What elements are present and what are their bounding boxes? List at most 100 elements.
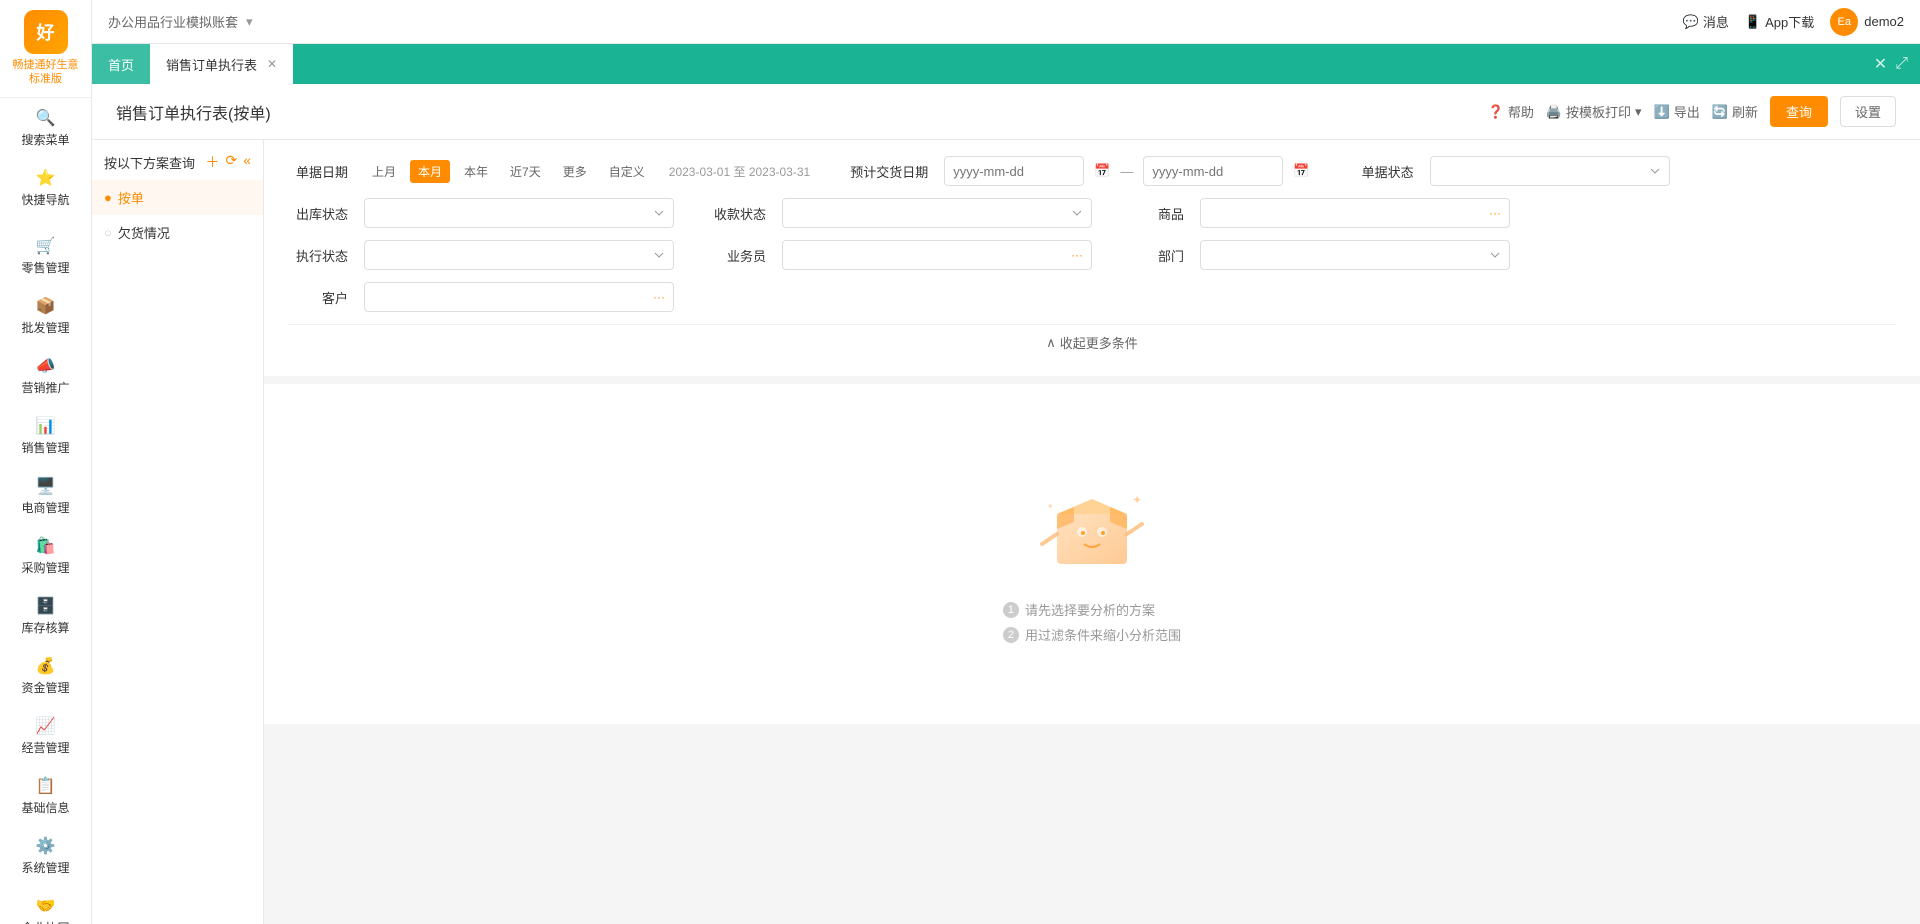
salesperson-input[interactable]: ···	[782, 240, 1092, 270]
dept-label: 部门	[1124, 246, 1184, 265]
tip2-number: 2	[1003, 627, 1019, 643]
wholesale-icon: 📦	[36, 296, 56, 316]
sales-mgmt-icon: 📊	[36, 416, 56, 436]
salesperson-more-btn[interactable]: ···	[1071, 248, 1083, 262]
content-area: 按以下方案查询 ＋ ⟳ « ● 按单 ○ 欠货情况	[92, 140, 1920, 924]
tab-close-button[interactable]: ✕	[267, 57, 277, 71]
app-download-button[interactable]: 📱 App下载	[1745, 12, 1814, 31]
sidebar-item-marketing[interactable]: 📣 营销推广	[0, 346, 91, 406]
dept-select[interactable]	[1200, 240, 1510, 270]
add-scheme-button[interactable]: ＋	[205, 152, 219, 172]
sidebar-item-operations[interactable]: 📈 经营管理	[0, 706, 91, 766]
refresh-button[interactable]: 🔄 刷新	[1712, 102, 1758, 121]
sidebar-item-label: 企业协同	[21, 919, 69, 924]
settings-button[interactable]: 设置	[1840, 96, 1896, 127]
sidebar-item-sales-mgmt[interactable]: 📊 销售管理	[0, 406, 91, 466]
sidebar-item-purchase-mgmt[interactable]: 🛍️ 采购管理	[0, 526, 91, 586]
svg-text:✦: ✦	[1132, 493, 1142, 507]
scheme-item-欠货情况[interactable]: ○ 欠货情况	[92, 215, 263, 250]
sidebar-item-retail-mgmt[interactable]: 🛒 零售管理	[0, 226, 91, 286]
exec-select[interactable]	[364, 240, 674, 270]
out-stock-select[interactable]	[364, 198, 674, 228]
tab-actions: ✕ ⤢	[1862, 54, 1920, 74]
filter-area: 单据日期 上月 本月 本年 近7天 更多 自定义 2023-03-01 至 20…	[264, 140, 1920, 376]
sidebar-item-label: 快捷导航	[21, 191, 69, 208]
sidebar-item-basic-info[interactable]: 📋 基础信息	[0, 766, 91, 826]
template-print-button[interactable]: 🖨️ 按模板打印 ▾	[1546, 102, 1642, 121]
sidebar-item-system[interactable]: ⚙️ 系统管理	[0, 826, 91, 886]
header-breadcrumb-area: 办公用品行业模拟账套 ▾	[108, 12, 253, 31]
sidebar-item-ecommerce[interactable]: 🖥️ 电商管理	[0, 466, 91, 526]
user-menu-button[interactable]: Ea demo2	[1830, 8, 1904, 36]
date-btn-this-year[interactable]: 本年	[456, 160, 496, 183]
sidebar-logo: 好 畅捷通好生意 标准版	[0, 0, 91, 98]
receipt-select[interactable]	[782, 198, 1092, 228]
filter-collapse-button[interactable]: ∧ 收起更多条件	[288, 324, 1896, 360]
sidebar-item-label: 经营管理	[21, 739, 69, 756]
filter-row-stock: 出库状态 收款状态 商品 ···	[288, 198, 1896, 228]
breadcrumb-dropdown-icon[interactable]: ▾	[246, 14, 253, 30]
filter-row-exec: 执行状态 业务员 ··· 部门	[288, 240, 1896, 270]
collapse-icon: ∧	[1046, 335, 1056, 351]
refresh-scheme-button[interactable]: ⟳	[225, 152, 237, 172]
app-logo-icon: 好	[24, 10, 68, 54]
date-btn-this-month[interactable]: 本月	[410, 160, 450, 183]
app-logo-text: 畅捷通好生意 标准版	[13, 58, 79, 87]
sidebar-item-finance[interactable]: 💰 资金管理	[0, 646, 91, 706]
scheme-item-icon: ●	[104, 190, 112, 205]
exec-label: 执行状态	[288, 246, 348, 265]
query-button[interactable]: 查询	[1770, 96, 1828, 127]
date-separator: —	[1120, 164, 1133, 179]
receipt-label: 收款状态	[706, 204, 766, 223]
sidebar-item-label: 库存核算	[21, 619, 69, 636]
empty-tips: 1 请先选择要分析的方案 2 用过滤条件来缩小分析范围	[1003, 600, 1181, 644]
expected-date-end-input[interactable]	[1143, 156, 1283, 186]
date-range-text: 2023-03-01 至 2023-03-31	[669, 163, 810, 180]
main-area: 办公用品行业模拟账套 ▾ 💬 消息 📱 App下载 Ea demo2 首页	[92, 0, 1920, 924]
date-btn-more[interactable]: 更多	[555, 160, 595, 183]
tab-maximize-button[interactable]: ⤢	[1895, 55, 1908, 73]
customer-input[interactable]: ···	[364, 282, 674, 312]
sidebar-item-inventory[interactable]: 🗄️ 库存核算	[0, 586, 91, 646]
customer-more-btn[interactable]: ···	[653, 290, 665, 304]
expected-date-start-input[interactable]	[944, 156, 1084, 186]
home-tab-label: 首页	[108, 55, 134, 74]
download-icon: 📱	[1745, 14, 1761, 30]
export-button[interactable]: ⬇️ 导出	[1654, 102, 1700, 121]
scheme-item-label2: 欠货情况	[118, 223, 170, 242]
product-input[interactable]: ···	[1200, 198, 1510, 228]
sidebar-item-enterprise[interactable]: 🤝 企业协同	[0, 886, 91, 924]
page-content: 销售订单执行表(按单) ❓ 帮助 🖨️ 按模板打印 ▾ ⬇️ 导出 🔄 刷新	[92, 84, 1920, 924]
sidebar-item-wholesale-mgmt[interactable]: 📦 批发管理	[0, 286, 91, 346]
product-label: 商品	[1124, 204, 1184, 223]
quick-nav-icon: ⭐	[36, 168, 56, 188]
print-icon: 🖨️	[1546, 104, 1562, 120]
help-button[interactable]: ❓ 帮助	[1488, 102, 1534, 121]
sidebar-item-search-menu[interactable]: 🔍 搜索菜单	[0, 98, 91, 158]
refresh-icon: 🔄	[1712, 104, 1728, 120]
sidebar-item-quick-nav[interactable]: ⭐ 快捷导航	[0, 158, 91, 218]
tab-sales-order[interactable]: 销售订单执行表 ✕	[150, 44, 293, 84]
page-header-actions: ❓ 帮助 🖨️ 按模板打印 ▾ ⬇️ 导出 🔄 刷新 查询 设置	[1488, 96, 1896, 127]
calendar-icon-start[interactable]: 📅	[1094, 163, 1110, 179]
tab-minimize-button[interactable]: ✕	[1874, 54, 1887, 74]
print-dropdown-icon: ▾	[1635, 104, 1642, 120]
status-select[interactable]	[1430, 156, 1670, 186]
collapse-panel-button[interactable]: «	[243, 152, 251, 172]
message-button[interactable]: 💬 消息	[1683, 12, 1729, 31]
scheme-item-icon2: ○	[104, 225, 112, 240]
sidebar-item-label: 搜索菜单	[21, 131, 69, 148]
calendar-icon-end[interactable]: 📅	[1293, 163, 1309, 179]
product-more-btn[interactable]: ···	[1489, 206, 1501, 220]
date-btn-last-month[interactable]: 上月	[364, 160, 404, 183]
tab-home[interactable]: 首页	[92, 44, 150, 84]
date-btn-custom[interactable]: 自定义	[601, 160, 653, 183]
svg-text:✦: ✦	[1047, 502, 1054, 511]
scheme-item-label: 按单	[118, 188, 144, 207]
expected-date-label: 预计交货日期	[850, 162, 928, 181]
system-icon: ⚙️	[36, 836, 56, 856]
date-btn-7days[interactable]: 近7天	[502, 160, 549, 183]
sidebar-item-label: 营销推广	[21, 379, 69, 396]
scheme-item-按单[interactable]: ● 按单	[92, 180, 263, 215]
sidebar-item-label: 销售管理	[21, 439, 69, 456]
